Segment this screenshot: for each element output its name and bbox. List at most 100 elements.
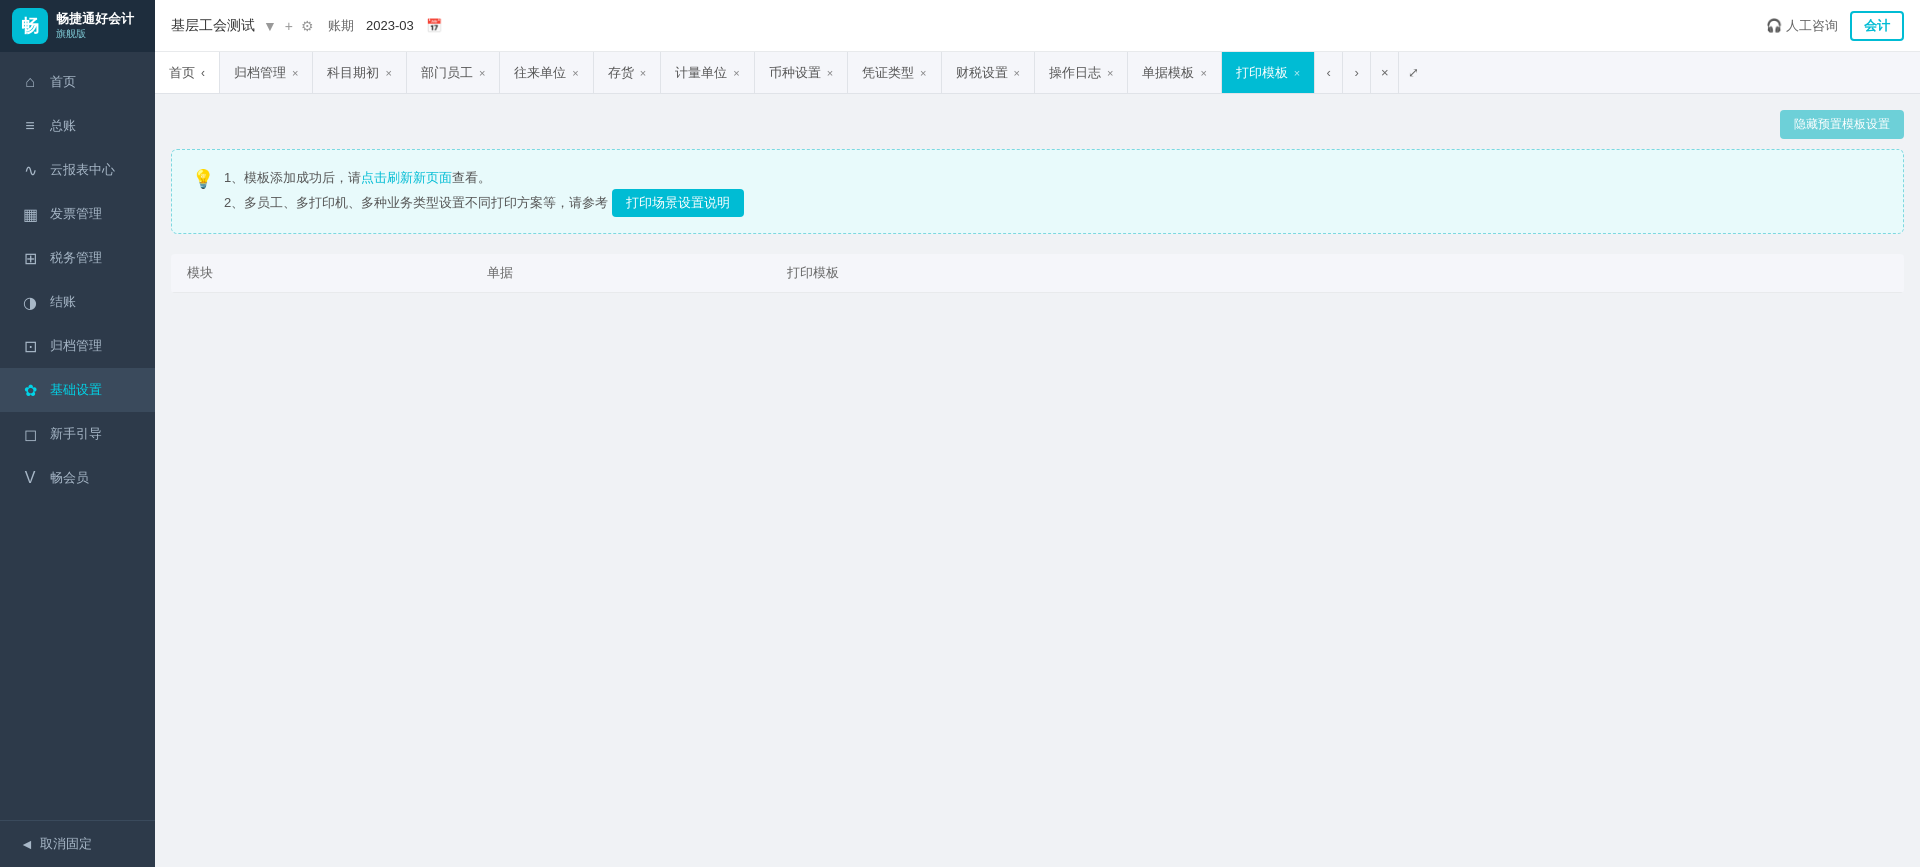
- notice-text: 1、模板添加成功后，请点击刷新新页面查看。 2、多员工、多打印机、多种业务类型设…: [224, 166, 1883, 217]
- tab-close-inventory[interactable]: ×: [640, 67, 646, 79]
- member-icon: V: [20, 468, 40, 488]
- tax-icon: ⊞: [20, 248, 40, 268]
- period-label: 账期: [328, 17, 354, 35]
- tabbar: 首页‹归档管理×科目期初×部门员工×往来单位×存货×计量单位×币种设置×凭证类型…: [155, 52, 1920, 94]
- home-icon: ⌂: [20, 72, 40, 92]
- company-name: 基层工会测试: [171, 17, 255, 35]
- dropdown-icon[interactable]: ▼: [263, 18, 277, 34]
- sidebar-label-guide: 新手引导: [50, 425, 102, 443]
- sidebar-logo: 畅 畅捷通好会计 旗舰版: [0, 0, 155, 52]
- logo-title: 畅捷通好会计: [56, 11, 134, 27]
- sidebar-item-home[interactable]: ⌂ 首页: [0, 60, 155, 104]
- sidebar-item-guide[interactable]: ◻ 新手引导: [0, 412, 155, 456]
- tab-close-voucher-type[interactable]: ×: [920, 67, 926, 79]
- close-all-tabs-btn[interactable]: ×: [1371, 52, 1399, 94]
- logo-subtitle: 旗舰版: [56, 27, 134, 41]
- accounting-button[interactable]: 会计: [1850, 11, 1904, 41]
- table-container: 模块 单据 打印模板: [171, 254, 1904, 293]
- tab-close-currency[interactable]: ×: [827, 67, 833, 79]
- closing-icon: ◑: [20, 292, 40, 312]
- sidebar-item-settings[interactable]: ✿ 基础设置: [0, 368, 155, 412]
- tab-close-print-template[interactable]: ×: [1294, 67, 1300, 79]
- unpin-label: 取消固定: [40, 835, 92, 853]
- refresh-link[interactable]: 点击刷新新页面: [361, 170, 452, 185]
- notice-line1-after: 查看。: [452, 170, 491, 185]
- tab-close-tax-settings[interactable]: ×: [1014, 67, 1020, 79]
- tab-currency[interactable]: 币种设置 ×: [755, 52, 848, 94]
- tab-print-template[interactable]: 打印模板 ×: [1222, 52, 1315, 94]
- expand-icon: ⤢: [1408, 65, 1419, 80]
- sidebar-item-member[interactable]: V 畅会员: [0, 456, 155, 500]
- sidebar-label-home: 首页: [50, 73, 76, 91]
- close-all-icon: ×: [1381, 65, 1389, 80]
- calendar-icon[interactable]: 📅: [426, 18, 442, 33]
- reports-icon: ∿: [20, 160, 40, 180]
- sidebar-label-member: 畅会员: [50, 469, 89, 487]
- sidebar-label-tax: 税务管理: [50, 249, 102, 267]
- settings-icon: ✿: [20, 380, 40, 400]
- tab-close-unit-measure[interactable]: ×: [733, 67, 739, 79]
- sidebar-label-archive: 归档管理: [50, 337, 102, 355]
- ledger-icon: ≡: [20, 116, 40, 136]
- tab-label-bill-template: 单据模板: [1142, 64, 1194, 82]
- customer-service-label: 人工咨询: [1786, 17, 1838, 35]
- topbar-right: 🎧 人工咨询 会计: [1766, 11, 1904, 41]
- tab-label-print-template: 打印模板: [1236, 64, 1288, 82]
- table-header: 模块 单据 打印模板: [171, 254, 1904, 293]
- tab-label-supplier-customer: 往来单位: [514, 64, 566, 82]
- settings-icon[interactable]: ⚙: [301, 18, 314, 34]
- add-tab-icon[interactable]: +: [285, 18, 293, 34]
- print-scene-btn[interactable]: 打印场景设置说明: [612, 189, 744, 217]
- sidebar-nav: ⌂ 首页 ≡ 总账 ∿ 云报表中心 ▦ 发票管理 ⊞ 税务管理 ◑ 结账 ⊡ 归…: [0, 52, 155, 820]
- tab-next-btn[interactable]: ›: [1343, 52, 1371, 94]
- sidebar-label-invoice: 发票管理: [50, 205, 102, 223]
- sidebar-footer[interactable]: ◄ 取消固定: [0, 820, 155, 867]
- sidebar-item-closing[interactable]: ◑ 结账: [0, 280, 155, 324]
- notice-box: 💡 1、模板添加成功后，请点击刷新新页面查看。 2、多员工、多打印机、多种业务类…: [171, 149, 1904, 234]
- tab-operation-log[interactable]: 操作日志×: [1035, 52, 1128, 94]
- sidebar-item-reports[interactable]: ∿ 云报表中心: [0, 148, 155, 192]
- tab-voucher-type[interactable]: 凭证类型×: [848, 52, 941, 94]
- tab-close-archive-mgmt[interactable]: ×: [292, 67, 298, 79]
- tab-bill-template[interactable]: 单据模板 ×: [1128, 52, 1221, 94]
- topbar: 基层工会测试 ▼ + ⚙ 账期 2023-03 📅 🎧 人工咨询 会计: [155, 0, 1920, 52]
- sidebar-item-ledger[interactable]: ≡ 总账: [0, 104, 155, 148]
- hide-template-button[interactable]: 隐藏预置模板设置: [1780, 110, 1904, 139]
- notice-line1-before: 1、模板添加成功后，请: [224, 170, 361, 185]
- unpin-icon: ◄: [20, 836, 34, 852]
- col-header-module: 模块: [171, 254, 471, 292]
- col-header-template: 打印模板: [771, 254, 1904, 292]
- tab-home[interactable]: 首页‹: [155, 52, 220, 94]
- tab-label-dept-employee: 部门员工: [421, 64, 473, 82]
- tab-unit-measure[interactable]: 计量单位×: [661, 52, 754, 94]
- main-area: 基层工会测试 ▼ + ⚙ 账期 2023-03 📅 🎧 人工咨询 会计 首页‹归…: [155, 0, 1920, 867]
- customer-service-btn[interactable]: 🎧 人工咨询: [1766, 17, 1838, 35]
- tab-label-archive-mgmt: 归档管理: [234, 64, 286, 82]
- tab-close-operation-log[interactable]: ×: [1107, 67, 1113, 79]
- tab-label-home: 首页: [169, 64, 195, 82]
- tab-prev-btn[interactable]: ‹: [1315, 52, 1343, 94]
- tab-tax-settings[interactable]: 财税设置×: [942, 52, 1035, 94]
- tab-close-subject-period[interactable]: ×: [385, 67, 391, 79]
- tab-label-currency: 币种设置: [769, 64, 821, 82]
- col-header-bill: 单据: [471, 254, 771, 292]
- tab-supplier-customer[interactable]: 往来单位 ×: [500, 52, 593, 94]
- chevron-left-icon: ‹: [1327, 65, 1331, 80]
- logo-icon: 畅: [12, 8, 48, 44]
- tab-archive-mgmt[interactable]: 归档管理 ×: [220, 52, 313, 94]
- tab-subject-period[interactable]: 科目期初×: [313, 52, 406, 94]
- sidebar-label-reports: 云报表中心: [50, 161, 115, 179]
- sidebar-label-ledger: 总账: [50, 117, 76, 135]
- sidebar-item-invoice[interactable]: ▦ 发票管理: [0, 192, 155, 236]
- expand-btn[interactable]: ⤢: [1399, 52, 1427, 94]
- sidebar-item-tax[interactable]: ⊞ 税务管理: [0, 236, 155, 280]
- tab-label-inventory: 存货: [608, 64, 634, 82]
- tab-close-dept-employee[interactable]: ×: [479, 67, 485, 79]
- tab-inventory[interactable]: 存货 ×: [594, 52, 661, 94]
- sidebar-item-archive[interactable]: ⊡ 归档管理: [0, 324, 155, 368]
- headset-icon: 🎧: [1766, 18, 1782, 33]
- tab-close-bill-template[interactable]: ×: [1200, 67, 1206, 79]
- bulb-icon: 💡: [192, 168, 214, 190]
- tab-close-supplier-customer[interactable]: ×: [572, 67, 578, 79]
- tab-dept-employee[interactable]: 部门员工 ×: [407, 52, 500, 94]
